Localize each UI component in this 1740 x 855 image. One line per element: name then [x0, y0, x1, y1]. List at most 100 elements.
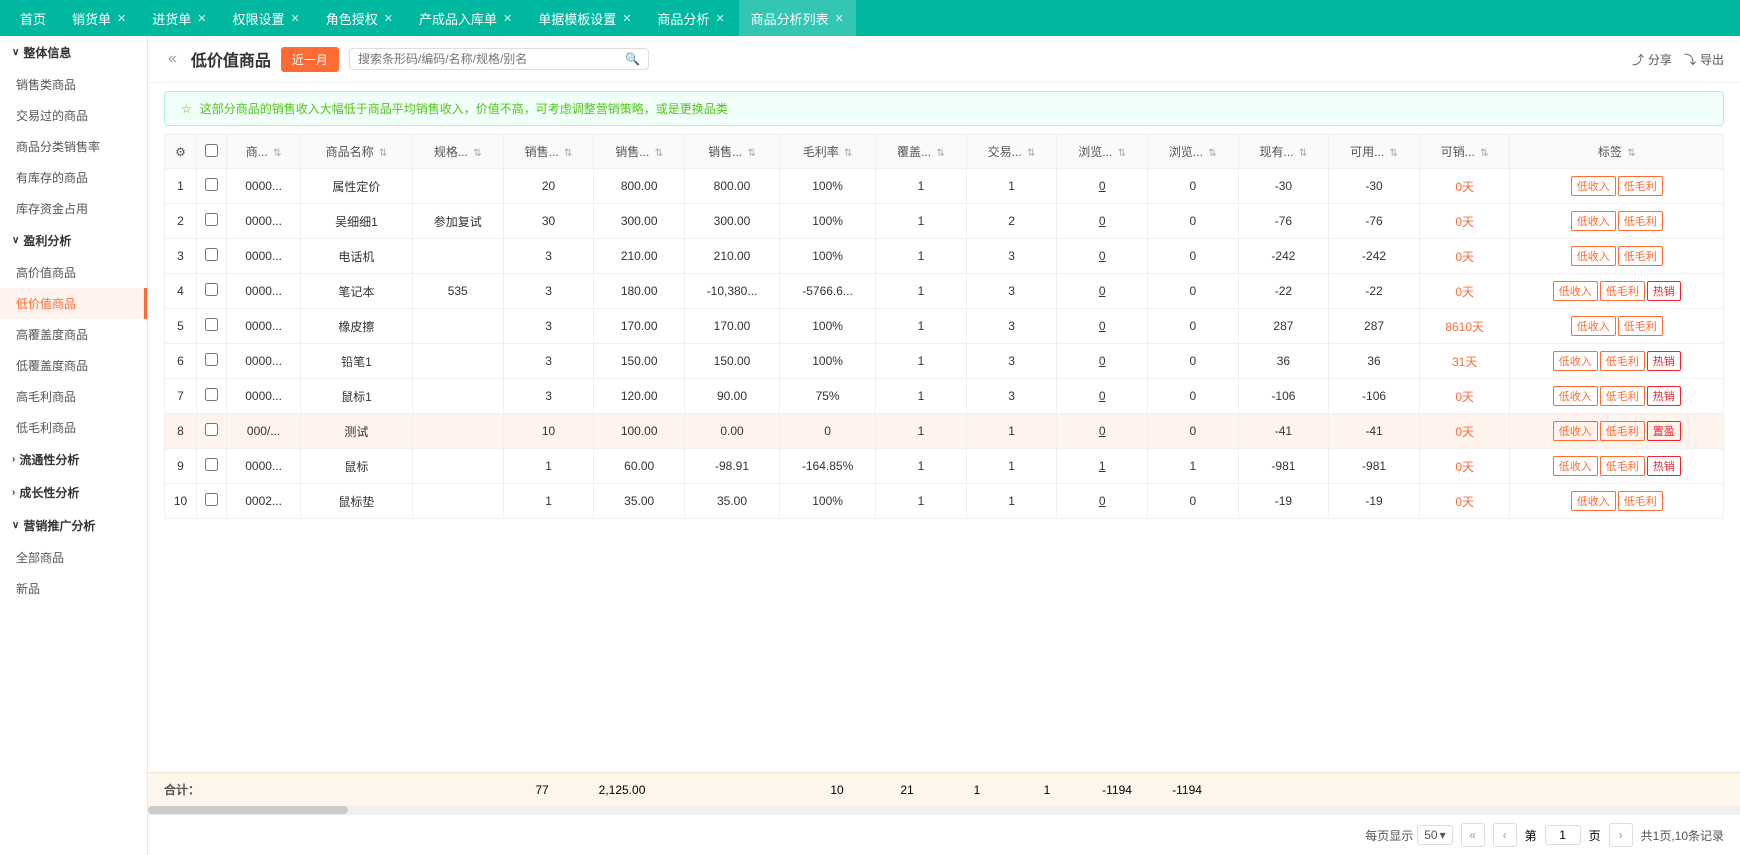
row-checkbox[interactable]: [205, 213, 218, 226]
page-first-btn[interactable]: «: [1461, 823, 1485, 847]
cell-gross-margin: 100%: [780, 484, 876, 519]
nav-goods-analysis[interactable]: 商品分析 ✕: [645, 0, 736, 36]
sidebar-item-all-goods[interactable]: 全部商品: [0, 542, 147, 573]
tag: 低毛利: [1600, 386, 1645, 406]
sidebar-item-new-goods[interactable]: 新品: [0, 573, 147, 604]
sidebar-group-flow[interactable]: › 流通性分析: [0, 443, 147, 476]
cell-code: 0000...: [227, 274, 301, 309]
row-checkbox[interactable]: [205, 493, 218, 506]
sidebar-group-growth[interactable]: › 成长性分析: [0, 476, 147, 509]
browse-link[interactable]: 0: [1099, 284, 1106, 298]
browse-link[interactable]: 0: [1099, 494, 1106, 508]
tab-recent-month[interactable]: 近一月: [281, 47, 339, 72]
cell-tags: 低收入低毛利热销: [1510, 449, 1724, 484]
search-icon[interactable]: 🔍: [625, 52, 640, 66]
cell-checkbox: [197, 239, 227, 274]
export-button[interactable]: ⤵ 导出: [1684, 51, 1724, 68]
sidebar-item-low-margin[interactable]: 低毛利商品: [0, 412, 147, 443]
cell-browse1: 0: [1057, 414, 1148, 449]
cell-checkbox: [197, 204, 227, 239]
cell-spec: [412, 414, 503, 449]
select-all-checkbox[interactable]: [205, 144, 218, 157]
cell-gross-margin: 100%: [780, 239, 876, 274]
collapse-sidebar-btn[interactable]: «: [164, 46, 181, 72]
row-checkbox[interactable]: [205, 283, 218, 296]
cell-browse2: 0: [1147, 169, 1238, 204]
sidebar-item-category-sales-rate[interactable]: 商品分类销售率: [0, 131, 147, 162]
row-checkbox[interactable]: [205, 388, 218, 401]
cell-transaction: 3: [966, 379, 1057, 414]
search-input[interactable]: [358, 52, 619, 66]
cell-name: 橡皮擦: [301, 309, 413, 344]
content-header: « 低价值商品 近一月 🔍 ⤴ 分享 ⤵ 导出: [148, 36, 1740, 83]
nav-home[interactable]: 首页: [8, 0, 58, 36]
cell-coverage: 1: [876, 344, 967, 379]
sidebar-item-traded-goods[interactable]: 交易过的商品: [0, 100, 147, 131]
row-checkbox[interactable]: [205, 318, 218, 331]
browse-link[interactable]: 0: [1099, 319, 1106, 333]
sidebar-group-overall[interactable]: ∨ 整体信息: [0, 36, 147, 69]
cell-sales-price: 210.00: [594, 239, 685, 274]
nav-role-auth[interactable]: 角色授权 ✕: [314, 0, 405, 36]
cell-name: 鼠标1: [301, 379, 413, 414]
arrow-icon: ∨: [12, 47, 19, 58]
browse-link[interactable]: 0: [1099, 354, 1106, 368]
sidebar-item-high-margin[interactable]: 高毛利商品: [0, 381, 147, 412]
sidebar-item-stock-capital[interactable]: 库存资金占用: [0, 193, 147, 224]
cell-current-stock: -242: [1238, 239, 1329, 274]
cell-tags: 低收入低毛利置盈: [1510, 414, 1724, 449]
sidebar-item-low-coverage[interactable]: 低覆盖度商品: [0, 350, 147, 381]
close-icon[interactable]: ✕: [117, 12, 126, 25]
page-next-btn[interactable]: ›: [1609, 823, 1633, 847]
cell-code: 0000...: [227, 344, 301, 379]
cell-available: -981: [1329, 449, 1420, 484]
cell-browse1: 0: [1057, 484, 1148, 519]
sidebar-group-profit[interactable]: ∨ 盈利分析: [0, 224, 147, 257]
cell-checkbox: [197, 309, 227, 344]
row-checkbox[interactable]: [205, 353, 218, 366]
close-icon[interactable]: ✕: [835, 12, 844, 25]
horizontal-scrollbar[interactable]: [148, 806, 1740, 814]
nav-purchase[interactable]: 进货单 ✕: [140, 0, 218, 36]
cell-browse2: 0: [1147, 239, 1238, 274]
browse-link[interactable]: 0: [1099, 424, 1106, 438]
nav-template[interactable]: 单据模板设置 ✕: [526, 0, 643, 36]
close-icon[interactable]: ✕: [384, 12, 393, 25]
cell-spec: [412, 239, 503, 274]
browse-link[interactable]: 0: [1099, 249, 1106, 263]
cell-browse1: 1: [1057, 449, 1148, 484]
nav-goods-analysis-list[interactable]: 商品分析列表 ✕: [739, 0, 856, 36]
nav-perm-setting[interactable]: 权限设置 ✕: [220, 0, 311, 36]
browse-link[interactable]: 0: [1099, 389, 1106, 403]
browse-link[interactable]: 1: [1099, 459, 1106, 473]
cell-name: 鼠标: [301, 449, 413, 484]
page-size-box[interactable]: 50 ▾: [1417, 825, 1452, 845]
row-checkbox[interactable]: [205, 178, 218, 191]
row-checkbox[interactable]: [205, 248, 218, 261]
close-icon[interactable]: ✕: [622, 12, 631, 25]
sidebar-item-stock-goods[interactable]: 有库存的商品: [0, 162, 147, 193]
sidebar-item-sales-goods[interactable]: 销售类商品: [0, 69, 147, 100]
close-icon[interactable]: ✕: [197, 12, 206, 25]
close-icon[interactable]: ✕: [503, 12, 512, 25]
sidebar-item-high-coverage[interactable]: 高覆盖度商品: [0, 319, 147, 350]
sidebar-group-marketing[interactable]: ∨ 营销推广分析: [0, 509, 147, 542]
th-settings[interactable]: ⚙: [165, 135, 197, 169]
share-button[interactable]: ⤴ 分享: [1632, 51, 1672, 68]
browse-link[interactable]: 0: [1099, 179, 1106, 193]
browse-link[interactable]: 0: [1099, 214, 1106, 228]
cell-sales-amount: 170.00: [684, 309, 779, 344]
page-prev-btn[interactable]: ‹: [1493, 823, 1517, 847]
cell-checkbox: [197, 344, 227, 379]
cell-browse1: 0: [1057, 169, 1148, 204]
nav-product-entry[interactable]: 产成品入库单 ✕: [407, 0, 524, 36]
cell-coverage: 1: [876, 379, 967, 414]
sidebar-item-low-value[interactable]: 低价值商品: [0, 288, 147, 319]
close-icon[interactable]: ✕: [715, 12, 724, 25]
page-number-input[interactable]: [1545, 825, 1581, 845]
close-icon[interactable]: ✕: [291, 12, 300, 25]
nav-sales[interactable]: 销货单 ✕: [60, 0, 138, 36]
sidebar-item-high-value[interactable]: 高价值商品: [0, 257, 147, 288]
row-checkbox[interactable]: [205, 458, 218, 471]
row-checkbox[interactable]: [205, 423, 218, 436]
